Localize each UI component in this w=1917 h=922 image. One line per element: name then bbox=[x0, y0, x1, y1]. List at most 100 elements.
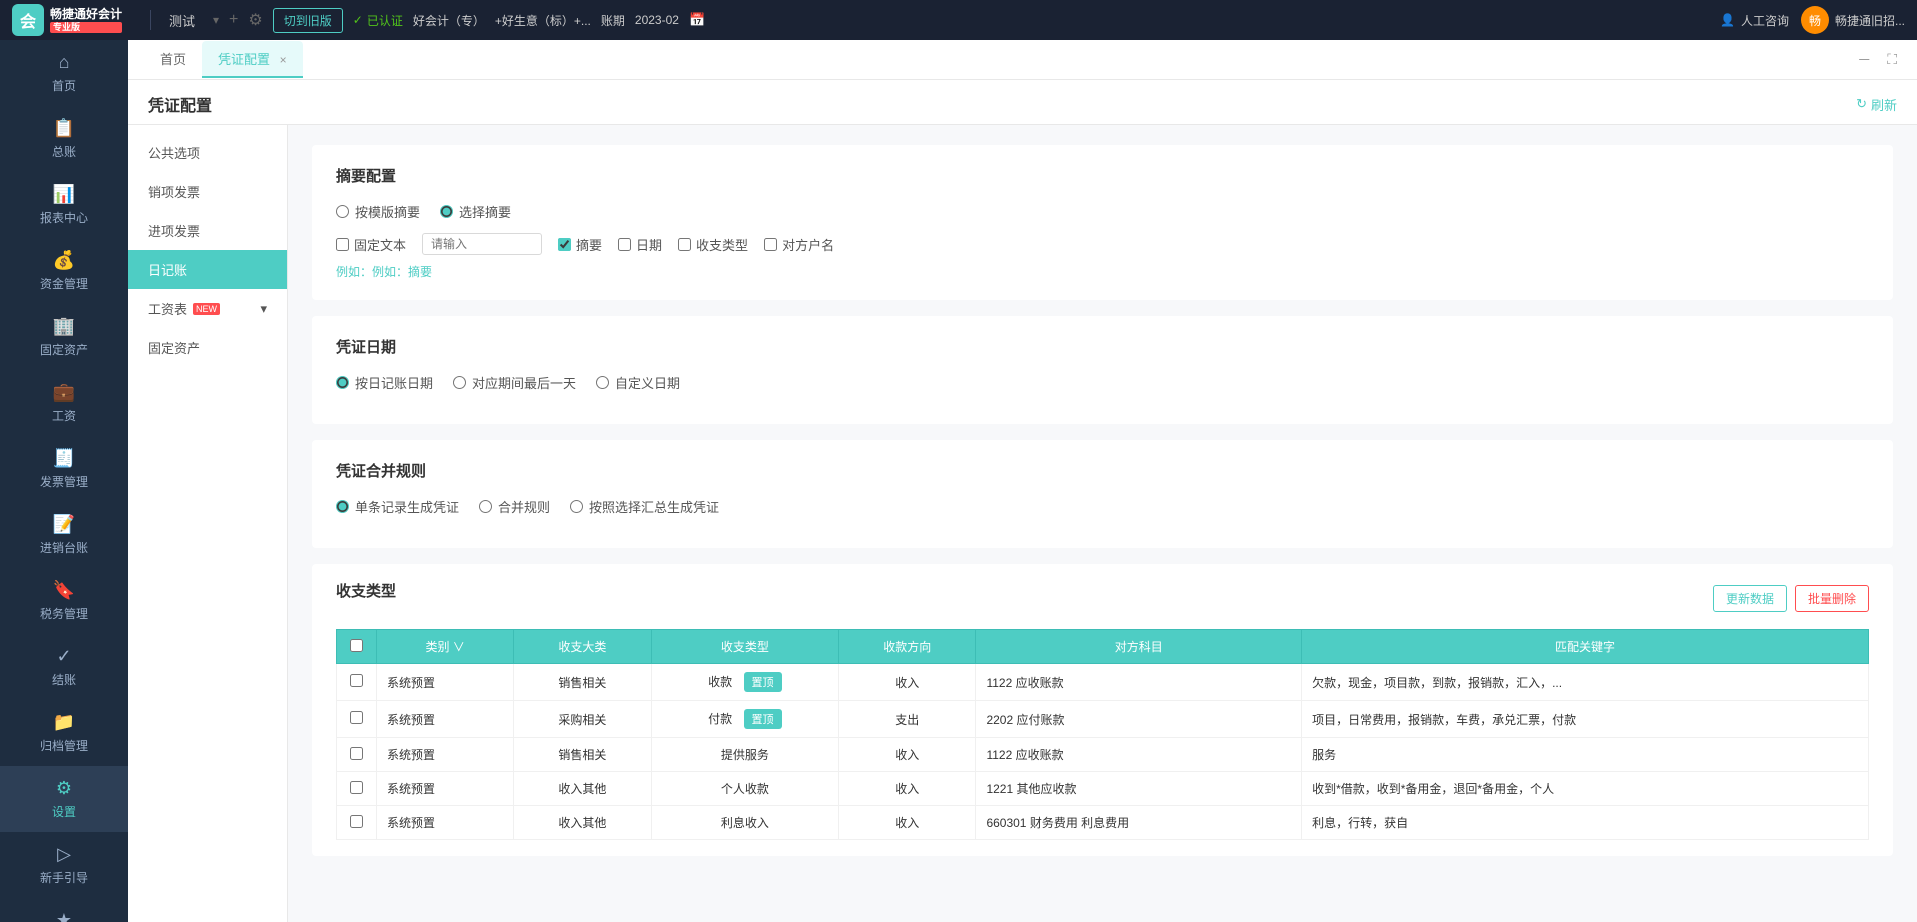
row-checkbox[interactable] bbox=[337, 664, 377, 701]
checkbox-fixed-text[interactable]: 固定文本 bbox=[336, 235, 406, 254]
fixed-text-input[interactable] bbox=[422, 233, 542, 255]
member-icon: ★ bbox=[56, 910, 72, 922]
update-data-btn[interactable]: 更新数据 bbox=[1713, 585, 1787, 612]
sidebar-item-general-ledger[interactable]: 📋 总账 bbox=[0, 106, 128, 172]
checkbox-date[interactable]: 日期 bbox=[618, 235, 662, 254]
checkbox-summary[interactable]: 摘要 bbox=[558, 235, 602, 254]
sidebar-item-purchase-sales[interactable]: 📝 进销台账 bbox=[0, 502, 128, 568]
radio-template-summary[interactable]: 按模版摘要 bbox=[336, 202, 420, 221]
nav-label-public: 公共选项 bbox=[148, 143, 200, 162]
row-checkbox[interactable] bbox=[337, 806, 377, 840]
sidebar-item-settings[interactable]: ⚙ 设置 bbox=[0, 766, 128, 832]
period-value: 2023-02 bbox=[635, 13, 679, 27]
sidebar-item-invoice[interactable]: 🧾 发票管理 bbox=[0, 436, 128, 502]
batch-delete-btn[interactable]: 批量删除 bbox=[1795, 585, 1869, 612]
radio-select-summary[interactable]: 选择摘要 bbox=[440, 202, 511, 221]
tab-bar-actions: － ⛶ bbox=[1853, 46, 1901, 74]
switch-old-btn[interactable]: 切到旧版 bbox=[273, 8, 343, 33]
row-direction: 支出 bbox=[839, 701, 976, 738]
voucher-date-section: 凭证日期 按日记账日期 对应期间最后一天 自定义日期 bbox=[312, 316, 1893, 424]
row-major-type: 销售相关 bbox=[514, 664, 651, 701]
sidebar-item-archive[interactable]: 📁 归档管理 bbox=[0, 700, 128, 766]
radio-by-journal-date[interactable]: 按日记账日期 bbox=[336, 373, 433, 392]
row-subject: 2202 应付账款 bbox=[976, 701, 1302, 738]
sidebar-label-settings: 设置 bbox=[52, 803, 76, 820]
sidebar-label-purchase: 进销台账 bbox=[40, 539, 88, 556]
sidebar-label-tax: 税务管理 bbox=[40, 605, 88, 622]
row-checkbox[interactable] bbox=[337, 772, 377, 806]
tab-home[interactable]: 首页 bbox=[144, 41, 202, 78]
example-text: 例如：例如：摘要 bbox=[336, 263, 1869, 280]
page-header: 凭证配置 ↻ 刷新 bbox=[128, 80, 1917, 125]
logo-sub-text: 专业版 bbox=[50, 22, 122, 33]
row-checkbox[interactable] bbox=[337, 701, 377, 738]
sidebar-item-reports[interactable]: 📊 报表中心 bbox=[0, 172, 128, 238]
topbar-dropdown-icon[interactable]: ▾ bbox=[213, 13, 219, 27]
th-checkbox bbox=[337, 630, 377, 664]
certified-icon: ✓ bbox=[353, 13, 363, 27]
sidebar-label-ledger: 总账 bbox=[52, 143, 76, 160]
certified-label: 已认证 bbox=[367, 12, 403, 29]
sidebar-item-member[interactable]: ★ 畅会员 bbox=[0, 898, 128, 922]
nav-item-public[interactable]: 公共选项 bbox=[128, 133, 287, 172]
sidebar-item-funds[interactable]: 💰 资金管理 bbox=[0, 238, 128, 304]
select-all-checkbox[interactable] bbox=[350, 639, 363, 652]
refresh-label: 刷新 bbox=[1871, 95, 1897, 114]
archive-icon: 📁 bbox=[53, 712, 75, 733]
radio-by-select[interactable]: 按照选择汇总生成凭证 bbox=[570, 497, 719, 516]
topbar-tab-label[interactable]: 测试 bbox=[161, 7, 203, 34]
tab-maximize-btn[interactable]: ⛶ bbox=[1883, 46, 1901, 74]
nav-item-journal[interactable]: 日记账 bbox=[128, 250, 287, 289]
nav-item-purchase-invoice[interactable]: 进项发票 bbox=[128, 211, 287, 250]
sidebar-item-fixed-assets[interactable]: 🏢 固定资产 bbox=[0, 304, 128, 370]
th-income-type: 收支类型 bbox=[651, 630, 839, 664]
topbar-settings-icon[interactable]: ⚙ bbox=[248, 10, 262, 30]
sidebar-item-home[interactable]: ⌂ 首页 bbox=[0, 40, 128, 106]
nav-item-payroll-table[interactable]: 工资表 NEW ▾ bbox=[128, 289, 287, 328]
consult-label: 人工咨询 bbox=[1741, 12, 1789, 29]
summary-config-section: 摘要配置 按模版摘要 选择摘要 bbox=[312, 145, 1893, 300]
topbar-add-icon[interactable]: + bbox=[229, 11, 238, 29]
sidebar-item-payroll[interactable]: 💼 工资 bbox=[0, 370, 128, 436]
sidebar-item-tax[interactable]: 🔖 税务管理 bbox=[0, 568, 128, 634]
row-direction: 收入 bbox=[839, 772, 976, 806]
row-income-type: 收款 置顶 bbox=[651, 664, 839, 701]
row-keywords: 收到*借款，收到*备用金，退回*备用金，个人 bbox=[1302, 772, 1869, 806]
refresh-btn[interactable]: ↻ 刷新 bbox=[1856, 95, 1897, 114]
sidebar-item-guide[interactable]: ▷ 新手引导 bbox=[0, 832, 128, 898]
nav-item-fixed-assets-sub[interactable]: 固定资产 bbox=[128, 328, 287, 367]
radio-custom-date[interactable]: 自定义日期 bbox=[596, 373, 680, 392]
certified-badge: ✓ 已认证 bbox=[353, 12, 403, 29]
summary-radio-group: 按模版摘要 选择摘要 bbox=[336, 202, 1869, 221]
nav-item-sales-invoice[interactable]: 销项发票 bbox=[128, 172, 287, 211]
th-subject: 对方科目 bbox=[976, 630, 1302, 664]
tab-minimize-btn[interactable]: － bbox=[1853, 46, 1875, 74]
row-direction: 收入 bbox=[839, 664, 976, 701]
consult-btn[interactable]: 👤 人工咨询 bbox=[1720, 12, 1789, 29]
assets-icon: 🏢 bbox=[53, 316, 75, 337]
expand-icon[interactable]: ▾ bbox=[260, 301, 267, 317]
user-menu[interactable]: 畅 畅捷通旧招... bbox=[1801, 6, 1905, 34]
row-checkbox[interactable] bbox=[337, 738, 377, 772]
funds-icon: 💰 bbox=[53, 250, 75, 271]
voucher-merge-section: 凭证合并规则 单条记录生成凭证 合并规则 按照选择汇总生成凭证 bbox=[312, 440, 1893, 548]
refresh-icon: ↻ bbox=[1856, 96, 1867, 112]
period-label: 账期 bbox=[601, 12, 625, 29]
tag-btn[interactable]: 置顶 bbox=[744, 672, 782, 692]
row-subject: 660301 财务费用 利息费用 bbox=[976, 806, 1302, 840]
radio-merge-rule[interactable]: 合并规则 bbox=[479, 497, 550, 516]
home-icon: ⌂ bbox=[59, 52, 70, 73]
tab-close-icon[interactable]: × bbox=[280, 53, 287, 67]
sidebar-item-close-accounts[interactable]: ✓ 结账 bbox=[0, 634, 128, 700]
tab-voucher-config[interactable]: 凭证配置 × bbox=[202, 41, 303, 78]
radio-last-day[interactable]: 对应期间最后一天 bbox=[453, 373, 576, 392]
calendar-icon[interactable]: 📅 bbox=[689, 12, 705, 28]
tag-btn[interactable]: 置顶 bbox=[744, 709, 782, 729]
income-type-title: 收支类型 bbox=[336, 580, 396, 601]
radio-single-voucher[interactable]: 单条记录生成凭证 bbox=[336, 497, 459, 516]
page-body: 公共选项 销项发票 进项发票 日记账 工资表 NEW ▾ 固定资产 bbox=[128, 125, 1917, 922]
good-accounting-label: 好会计（专） bbox=[413, 12, 485, 29]
checkbox-opposite-name[interactable]: 对方户名 bbox=[764, 235, 834, 254]
row-major-type: 收入其他 bbox=[514, 806, 651, 840]
checkbox-income-type[interactable]: 收支类型 bbox=[678, 235, 748, 254]
